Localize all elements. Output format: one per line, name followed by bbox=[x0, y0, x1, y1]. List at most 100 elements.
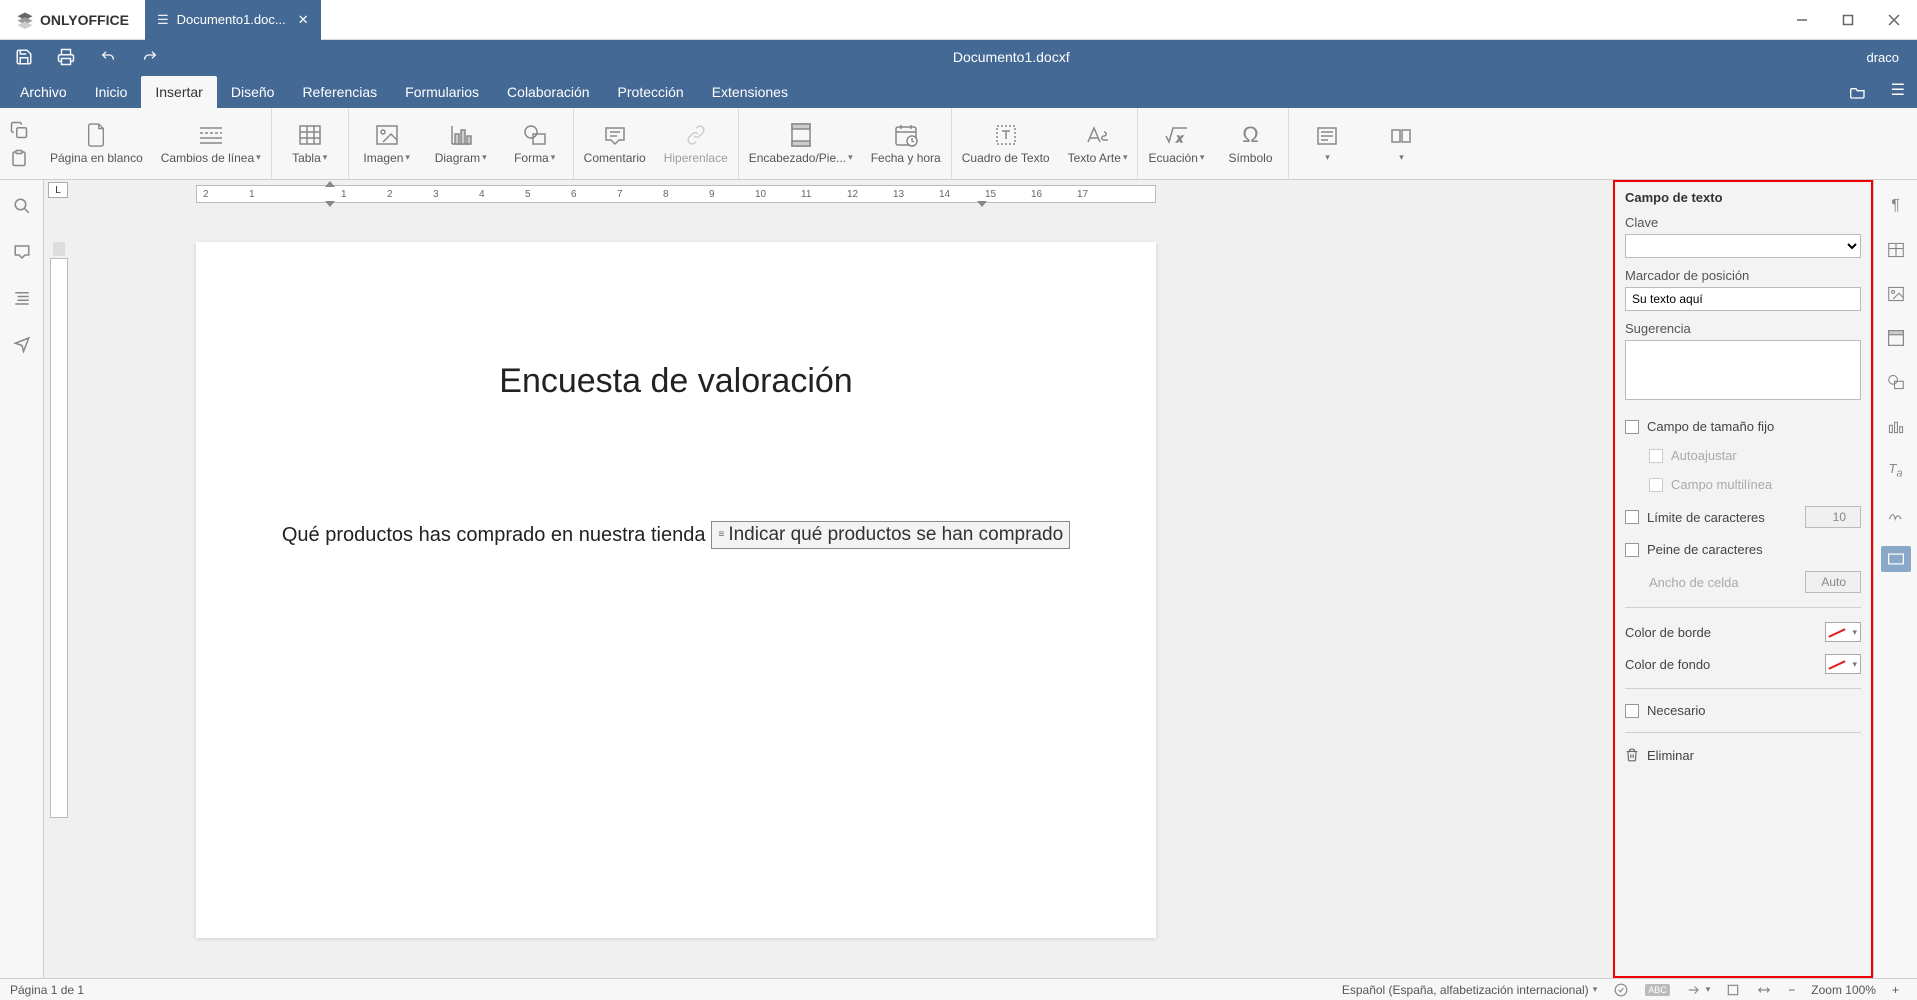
zoom-in-button[interactable]: + bbox=[1884, 983, 1907, 997]
controls-1-button[interactable]: ▾ bbox=[1299, 124, 1355, 163]
table-button[interactable]: Tabla▾ bbox=[282, 123, 338, 165]
document-tab[interactable]: ☰ Documento1.doc... ✕ bbox=[145, 0, 321, 40]
undo-button[interactable] bbox=[94, 45, 122, 69]
tab-inicio[interactable]: Inicio bbox=[81, 76, 142, 108]
chart-icon bbox=[447, 123, 475, 147]
tab-diseno[interactable]: Diseño bbox=[217, 76, 289, 108]
open-location-icon[interactable] bbox=[1837, 76, 1879, 108]
chart-tab-icon[interactable] bbox=[1884, 414, 1908, 438]
vertical-ruler[interactable] bbox=[44, 208, 74, 978]
delete-button[interactable]: Eliminar bbox=[1625, 747, 1861, 763]
abc-badge[interactable]: ABC bbox=[1637, 984, 1678, 996]
comments-icon[interactable] bbox=[10, 240, 34, 264]
key-label: Clave bbox=[1625, 215, 1861, 230]
symbol-button[interactable]: Ω Símbolo bbox=[1222, 123, 1278, 165]
minimize-button[interactable] bbox=[1779, 0, 1825, 40]
chart-button[interactable]: Diagram▾ bbox=[433, 123, 489, 165]
header-footer-icon bbox=[787, 123, 815, 147]
zoom-label[interactable]: Zoom 100% bbox=[1803, 983, 1884, 997]
save-button[interactable] bbox=[10, 45, 38, 69]
tab-stop-corner[interactable]: L bbox=[48, 182, 68, 198]
tab-referencias[interactable]: Referencias bbox=[288, 76, 391, 108]
print-button[interactable] bbox=[52, 45, 80, 69]
zoom-out-button[interactable]: − bbox=[1780, 983, 1803, 997]
form-tab-icon[interactable] bbox=[1881, 546, 1911, 572]
autofit-label: Autoajustar bbox=[1671, 448, 1737, 463]
autofit-checkbox bbox=[1649, 449, 1663, 463]
table-icon bbox=[296, 123, 324, 147]
fixed-size-checkbox[interactable] bbox=[1625, 420, 1639, 434]
tab-proteccion[interactable]: Protección bbox=[604, 76, 698, 108]
language-selector[interactable]: Español (España, alfabetización internac… bbox=[1334, 983, 1605, 997]
key-select[interactable] bbox=[1625, 234, 1861, 258]
shape-icon bbox=[521, 123, 549, 147]
border-color-label: Color de borde bbox=[1625, 625, 1711, 640]
header-tab-icon[interactable] bbox=[1884, 326, 1908, 350]
blank-page-button[interactable]: Página en blanco bbox=[50, 123, 143, 165]
paragraph-tab-icon[interactable]: ¶ bbox=[1884, 194, 1908, 218]
comb-row[interactable]: Peine de caracteres bbox=[1625, 542, 1861, 557]
tab-colaboracion[interactable]: Colaboración bbox=[493, 76, 604, 108]
delete-label: Eliminar bbox=[1647, 748, 1694, 763]
spellcheck-icon[interactable] bbox=[1605, 983, 1637, 997]
feedback-icon[interactable] bbox=[10, 332, 34, 356]
text-form-field[interactable]: ≡ Indicar qué productos se han comprado bbox=[711, 521, 1070, 549]
paste-icon[interactable] bbox=[8, 147, 30, 169]
text-box-button[interactable]: Cuadro de Texto bbox=[962, 123, 1050, 165]
document-page[interactable]: Encuesta de valoración Qué productos has… bbox=[196, 242, 1156, 938]
fit-width-icon[interactable] bbox=[1748, 983, 1780, 997]
tab-archivo[interactable]: Archivo bbox=[6, 76, 81, 108]
image-button[interactable]: Imagen▾ bbox=[359, 123, 415, 165]
textart-tab-icon[interactable]: Ta bbox=[1884, 458, 1908, 482]
comb-checkbox[interactable] bbox=[1625, 543, 1639, 557]
required-row[interactable]: Necesario bbox=[1625, 703, 1861, 718]
menu-tabs: Archivo Inicio Insertar Diseño Referenci… bbox=[0, 74, 1917, 108]
page-counter[interactable]: Página 1 de 1 bbox=[10, 983, 84, 997]
fixed-size-row[interactable]: Campo de tamaño fijo bbox=[1625, 419, 1861, 434]
tab-insertar[interactable]: Insertar bbox=[141, 76, 216, 108]
search-icon[interactable] bbox=[10, 194, 34, 218]
table-tab-icon[interactable] bbox=[1884, 238, 1908, 262]
equation-button[interactable]: x Ecuación▾ bbox=[1148, 123, 1204, 165]
horizontal-ruler[interactable]: 211234567891011121314151617 bbox=[74, 180, 1613, 208]
fit-page-icon[interactable] bbox=[1718, 983, 1748, 997]
redo-button[interactable] bbox=[136, 45, 164, 69]
image-label: Imagen bbox=[363, 151, 403, 165]
image-tab-icon[interactable] bbox=[1884, 282, 1908, 306]
char-limit-row[interactable]: Límite de caracteres bbox=[1625, 506, 1861, 528]
right-tool-tabs: ¶ Ta bbox=[1873, 180, 1917, 978]
tip-textarea[interactable] bbox=[1625, 340, 1861, 400]
main-area: L 211234567891011121314151617 Encuesta d… bbox=[0, 180, 1917, 978]
close-window-button[interactable] bbox=[1871, 0, 1917, 40]
required-checkbox[interactable] bbox=[1625, 704, 1639, 718]
bg-color-picker[interactable]: ▾ bbox=[1825, 654, 1861, 674]
view-settings-icon[interactable]: ☰ bbox=[1879, 72, 1917, 108]
maximize-button[interactable] bbox=[1825, 0, 1871, 40]
close-tab-icon[interactable]: ✕ bbox=[298, 12, 309, 28]
multiline-row: Campo multilínea bbox=[1625, 477, 1861, 492]
date-time-button[interactable]: Fecha y hora bbox=[871, 123, 941, 165]
shape-button[interactable]: Forma▾ bbox=[507, 123, 563, 165]
shape-tab-icon[interactable] bbox=[1884, 370, 1908, 394]
copy-icon[interactable] bbox=[8, 119, 30, 141]
comment-icon bbox=[601, 123, 629, 147]
tab-extensiones[interactable]: Extensiones bbox=[698, 76, 802, 108]
date-time-icon bbox=[892, 123, 920, 147]
text-art-label: Texto Arte bbox=[1068, 151, 1121, 165]
placeholder-input[interactable] bbox=[1625, 287, 1861, 311]
hyperlink-button: Hiperenlace bbox=[664, 123, 728, 165]
tab-formularios[interactable]: Formularios bbox=[391, 76, 493, 108]
signature-tab-icon[interactable] bbox=[1884, 502, 1908, 526]
user-name[interactable]: draco bbox=[1858, 50, 1907, 65]
field-placeholder-text: Indicar qué productos se han comprado bbox=[728, 524, 1063, 546]
text-art-button[interactable]: Texto Arte▾ bbox=[1068, 123, 1128, 165]
table-label: Tabla bbox=[292, 151, 321, 165]
controls-2-button[interactable]: ▾ bbox=[1373, 124, 1429, 163]
headings-icon[interactable] bbox=[10, 286, 34, 310]
track-changes-icon[interactable]: ▾ bbox=[1678, 983, 1719, 997]
border-color-picker[interactable]: ▾ bbox=[1825, 622, 1861, 642]
char-limit-checkbox[interactable] bbox=[1625, 510, 1639, 524]
comment-button[interactable]: Comentario bbox=[584, 123, 646, 165]
header-footer-button[interactable]: Encabezado/Pie...▾ bbox=[749, 123, 853, 165]
breaks-button[interactable]: Cambios de línea▾ bbox=[161, 123, 261, 165]
